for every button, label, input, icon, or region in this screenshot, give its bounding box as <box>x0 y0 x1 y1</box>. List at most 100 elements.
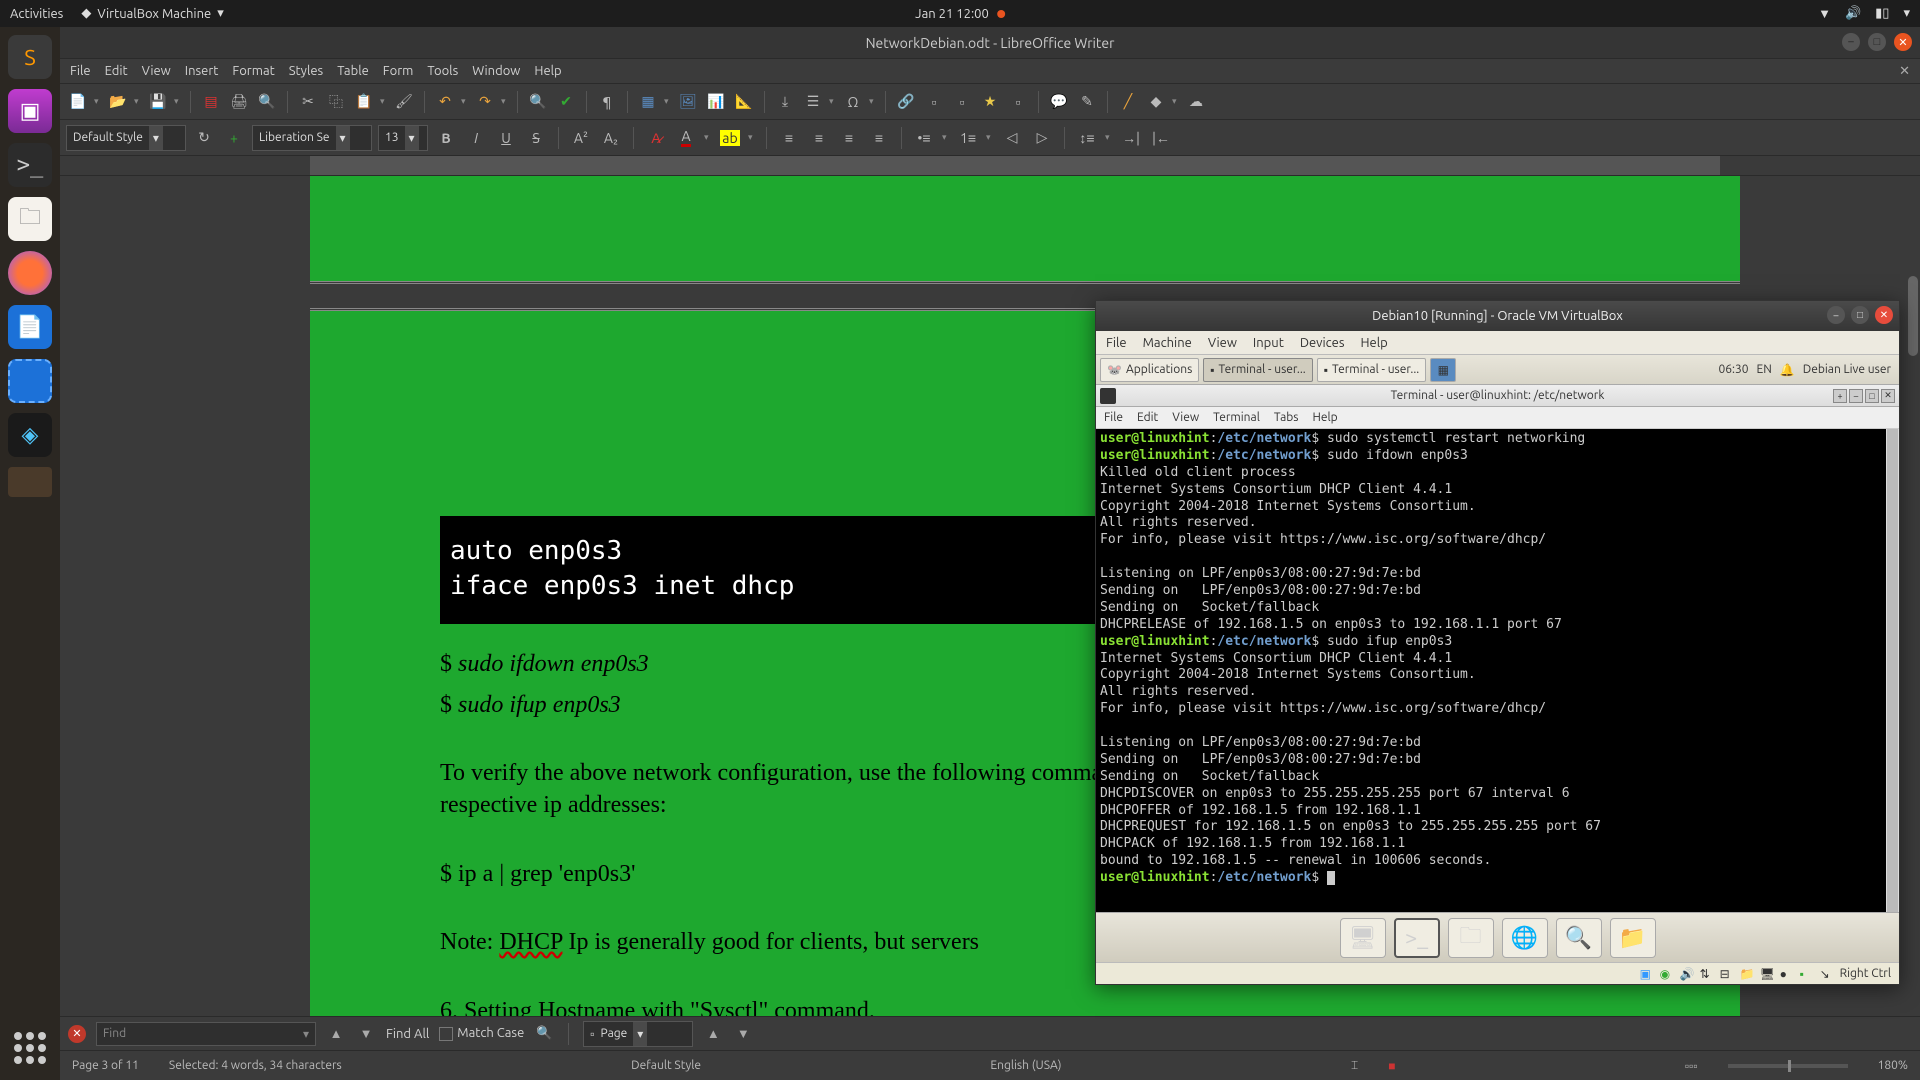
applications-menu[interactable]: 🐭 Applications <box>1100 358 1199 382</box>
network-icon[interactable]: ▼ <box>1818 6 1831 21</box>
notification-icon[interactable]: 🔔 <box>1780 363 1795 377</box>
display-icon[interactable]: 🖥 <box>1760 967 1774 981</box>
maximize-button[interactable]: □ <box>1865 389 1879 403</box>
workspace-switcher[interactable]: ▦ <box>1430 358 1456 382</box>
menu-view[interactable]: View <box>142 64 171 78</box>
find-replace-icon[interactable]: 🔍 <box>526 90 550 114</box>
undo-icon[interactable]: ↶ <box>433 90 457 114</box>
menu-styles[interactable]: Styles <box>289 64 323 78</box>
comment-icon[interactable]: 💬 <box>1047 90 1071 114</box>
launcher-sublime[interactable]: S <box>8 35 52 79</box>
print-icon[interactable]: 🖨 <box>227 90 251 114</box>
launcher-screenshot[interactable] <box>8 359 52 403</box>
page-break-icon[interactable]: ⤓ <box>773 90 797 114</box>
insert-textbox-icon[interactable]: 📐 <box>732 90 756 114</box>
hyperlink-icon[interactable]: 🔗 <box>894 90 918 114</box>
copy-icon[interactable]: ⿻ <box>324 90 348 114</box>
dock-terminal[interactable]: >_ <box>1394 918 1440 958</box>
superscript-icon[interactable]: A² <box>569 126 593 150</box>
volume-icon[interactable]: 🔊 <box>1845 6 1861 21</box>
network-icon[interactable]: ⇅ <box>1700 967 1714 981</box>
vbox-menu-file[interactable]: File <box>1106 336 1127 350</box>
font-color-icon[interactable]: A <box>674 126 698 150</box>
close-button[interactable]: ✕ <box>1894 33 1912 51</box>
launcher-virtualbox[interactable]: ◈ <box>8 413 52 457</box>
nav-prev-button[interactable]: ▲ <box>703 1024 723 1044</box>
dock-folder[interactable]: 📁 <box>1610 918 1656 958</box>
dock-search[interactable]: 🔍 <box>1556 918 1602 958</box>
terminal-scrollbar[interactable] <box>1886 429 1899 912</box>
launcher-writer[interactable]: 📄 <box>8 305 52 349</box>
menu-tools[interactable]: Tools <box>427 64 458 78</box>
line-spacing-icon[interactable]: ↕≡ <box>1075 126 1099 150</box>
highlight-icon[interactable]: ab <box>718 126 742 150</box>
maximize-button[interactable]: □ <box>1868 33 1886 51</box>
chevron-down-icon[interactable]: ▾ <box>1903 6 1910 21</box>
clone-format-icon[interactable]: 🖌 <box>392 90 416 114</box>
minimize-button[interactable]: – <box>1827 306 1845 324</box>
term-menu-help[interactable]: Help <box>1312 411 1337 424</box>
cut-icon[interactable]: ✂ <box>296 90 320 114</box>
insert-field-icon[interactable]: ☰ <box>801 90 825 114</box>
page-count[interactable]: Page 3 of 11 <box>72 1059 139 1072</box>
match-case-checkbox[interactable]: Match Case <box>439 1026 524 1041</box>
clear-format-icon[interactable]: A̷ <box>644 126 668 150</box>
dock-browser[interactable]: 🌐 <box>1502 918 1548 958</box>
vbox-menu-input[interactable]: Input <box>1253 336 1284 350</box>
menu-file[interactable]: File <box>70 64 91 78</box>
update-style-icon[interactable]: ↻ <box>192 126 216 150</box>
optical-icon[interactable]: ◉ <box>1660 967 1674 981</box>
new-style-icon[interactable]: + <box>222 126 246 150</box>
recording-icon[interactable]: ● <box>1780 967 1794 981</box>
spellcheck-icon[interactable]: ✔ <box>554 90 578 114</box>
font-name-combo[interactable]: Liberation Se ▾ <box>252 125 372 151</box>
indent-icon[interactable]: ▷ <box>1030 126 1054 150</box>
term-menu-edit[interactable]: Edit <box>1137 411 1158 424</box>
launcher-desktop-preview[interactable] <box>8 467 52 497</box>
term-menu-view[interactable]: View <box>1172 411 1199 424</box>
navigate-by-combo[interactable]: ▫ Page ▾ <box>583 1021 693 1047</box>
term-menu-file[interactable]: File <box>1104 411 1123 424</box>
launcher-video[interactable]: ▣ <box>8 89 52 133</box>
scrollbar-thumb[interactable] <box>1887 429 1898 912</box>
chevron-down-icon[interactable]: ▾ <box>303 1027 309 1041</box>
battery-icon[interactable]: ▮▯ <box>1875 6 1889 21</box>
taskbar-item-terminal-1[interactable]: ▪ Terminal - user... <box>1203 358 1312 382</box>
vbox-menu-help[interactable]: Help <box>1361 336 1388 350</box>
close-button[interactable]: ✕ <box>1881 389 1895 403</box>
insert-table-icon[interactable]: ▦ <box>636 90 660 114</box>
hdd-icon[interactable]: ▣ <box>1640 967 1654 981</box>
draw-icon[interactable]: ☁ <box>1184 90 1208 114</box>
keyboard-layout[interactable]: EN <box>1756 363 1771 376</box>
scrollbar-thumb[interactable] <box>1908 276 1918 356</box>
save-icon[interactable]: 💾 <box>146 90 170 114</box>
paste-icon[interactable]: 📋 <box>352 90 376 114</box>
page-style[interactable]: Default Style <box>631 1059 701 1072</box>
align-center-icon[interactable]: ≡ <box>807 126 831 150</box>
window-titlebar[interactable]: NetworkDebian.odt - LibreOffice Writer –… <box>60 27 1920 59</box>
zoom-slider[interactable] <box>1728 1064 1848 1068</box>
vertical-scrollbar[interactable] <box>1906 176 1920 980</box>
underline-icon[interactable]: U <box>494 126 518 150</box>
horizontal-ruler[interactable] <box>60 156 1920 176</box>
terminal-titlebar[interactable]: Terminal - user@linuxhint: /etc/network … <box>1096 385 1899 407</box>
align-left-icon[interactable]: ≡ <box>777 126 801 150</box>
dock-show-desktop[interactable]: 🖥 <box>1340 918 1386 958</box>
insert-image-icon[interactable]: 🖼 <box>676 90 700 114</box>
footnote-icon[interactable]: ▫ <box>922 90 946 114</box>
vbox-menu-devices[interactable]: Devices <box>1300 336 1345 350</box>
redo-icon[interactable]: ↷ <box>473 90 497 114</box>
maximize-button[interactable]: □ <box>1851 306 1869 324</box>
dock-files[interactable]: 🗀 <box>1448 918 1494 958</box>
strike-icon[interactable]: S <box>524 126 548 150</box>
close-document-button[interactable]: ✕ <box>1899 64 1910 79</box>
subscript-icon[interactable]: A₂ <box>599 126 623 150</box>
user-menu[interactable]: Debian Live user <box>1803 363 1891 376</box>
close-button[interactable]: ✕ <box>1875 306 1893 324</box>
menu-insert[interactable]: Insert <box>185 64 219 78</box>
menu-form[interactable]: Form <box>383 64 414 78</box>
terminal-output[interactable]: user@linuxhint:/etc/network$ sudo system… <box>1096 429 1899 912</box>
font-size-combo[interactable]: 13 ▾ <box>378 125 428 151</box>
number-list-icon[interactable]: 1≡ <box>956 126 980 150</box>
vbox-menu-view[interactable]: View <box>1208 336 1237 350</box>
